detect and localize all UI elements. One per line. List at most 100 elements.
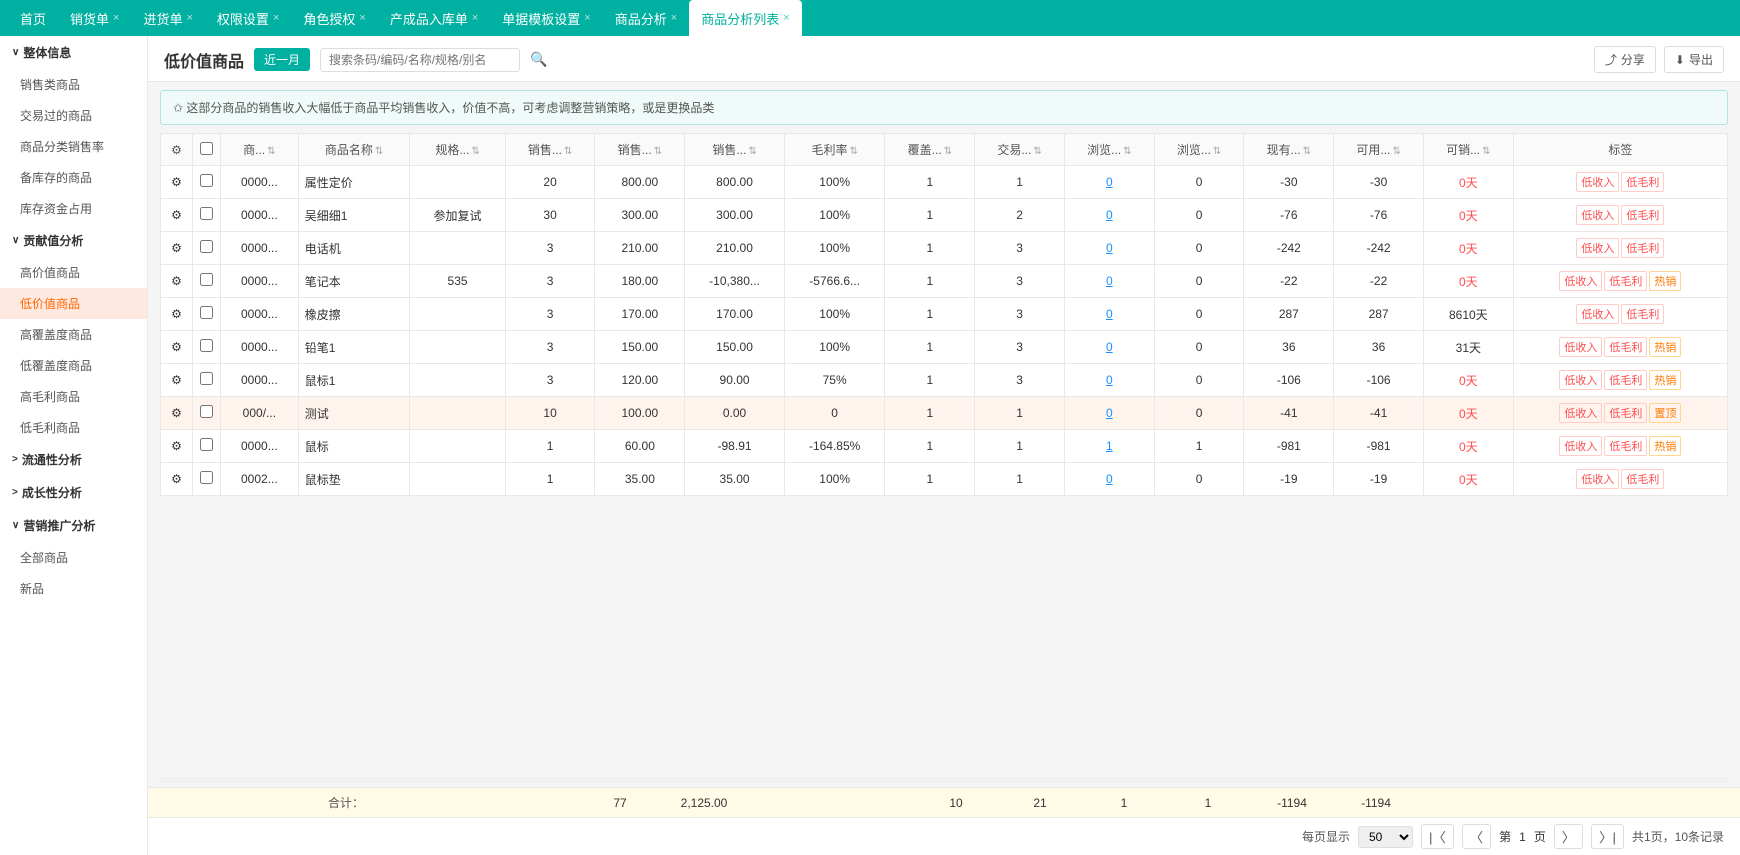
- row-col12[interactable]: 0: [1064, 331, 1154, 364]
- views-link[interactable]: 1: [1106, 439, 1113, 453]
- row-checkbox[interactable]: [193, 166, 221, 199]
- th-sales3[interactable]: 销售...⇅: [685, 134, 785, 166]
- row-col12[interactable]: 0: [1064, 298, 1154, 331]
- th-current-stock[interactable]: 现有...⇅: [1244, 134, 1334, 166]
- nav-sales[interactable]: 销货单 ×: [58, 0, 131, 36]
- sidebar-item-high-value[interactable]: 高价值商品: [0, 257, 147, 288]
- th-trade[interactable]: 交易...⇅: [975, 134, 1065, 166]
- nav-purchase[interactable]: 进货单 ×: [131, 0, 204, 36]
- row-select-checkbox[interactable]: [200, 306, 213, 319]
- row-checkbox[interactable]: [193, 298, 221, 331]
- select-all-checkbox[interactable]: [200, 142, 213, 155]
- th-settings[interactable]: ⚙: [161, 134, 193, 166]
- search-icon[interactable]: 🔍: [530, 51, 547, 68]
- nav-close-permission[interactable]: ×: [273, 12, 279, 24]
- nav-role[interactable]: 角色授权 ×: [291, 0, 377, 36]
- row-gear[interactable]: ⚙: [161, 199, 193, 232]
- sidebar-item-all-products[interactable]: 全部商品: [0, 542, 147, 573]
- sidebar-group-growth[interactable]: > 成长性分析: [0, 476, 147, 509]
- row-select-checkbox[interactable]: [200, 471, 213, 484]
- row-select-checkbox[interactable]: [200, 240, 213, 253]
- share-button[interactable]: ⤴ 分享: [1594, 46, 1656, 73]
- filter-recent-month-button[interactable]: 近一月: [254, 48, 310, 71]
- row-col12[interactable]: 0: [1064, 166, 1154, 199]
- row-col12[interactable]: 0: [1064, 199, 1154, 232]
- views-link[interactable]: 0: [1106, 472, 1113, 486]
- th-checkbox[interactable]: [193, 134, 221, 166]
- row-gear[interactable]: ⚙: [161, 364, 193, 397]
- row-checkbox[interactable]: [193, 397, 221, 430]
- sidebar-item-sales-products[interactable]: 销售类商品: [0, 69, 147, 100]
- horizontal-scrollbar[interactable]: [160, 777, 1728, 783]
- th-name[interactable]: 商品名称⇅: [298, 134, 410, 166]
- sidebar-item-stock[interactable]: 备库存的商品: [0, 162, 147, 193]
- nav-permission[interactable]: 权限设置 ×: [205, 0, 291, 36]
- nav-warehouse[interactable]: 产成品入库单 ×: [378, 0, 490, 36]
- row-select-checkbox[interactable]: [200, 405, 213, 418]
- nav-close-product-list[interactable]: ×: [783, 12, 789, 24]
- sidebar-item-high-coverage[interactable]: 高覆盖度商品: [0, 319, 147, 350]
- row-checkbox[interactable]: [193, 232, 221, 265]
- nav-home[interactable]: 首页: [8, 0, 58, 36]
- sidebar-group-overall[interactable]: ∨ 整体信息: [0, 36, 147, 69]
- row-col12[interactable]: 1: [1064, 430, 1154, 463]
- views-link[interactable]: 0: [1106, 208, 1113, 222]
- sidebar-item-new-products[interactable]: 新品: [0, 573, 147, 604]
- row-gear[interactable]: ⚙: [161, 430, 193, 463]
- sidebar-group-contribution[interactable]: ∨ 贡献值分析: [0, 224, 147, 257]
- row-col12[interactable]: 0: [1064, 463, 1154, 496]
- row-select-checkbox[interactable]: [200, 339, 213, 352]
- sidebar-item-traded[interactable]: 交易过的商品: [0, 100, 147, 131]
- row-select-checkbox[interactable]: [200, 273, 213, 286]
- nav-close-purchase[interactable]: ×: [186, 12, 192, 24]
- views-link[interactable]: 0: [1106, 307, 1113, 321]
- sidebar-item-low-profit[interactable]: 低毛利商品: [0, 412, 147, 443]
- row-col12[interactable]: 0: [1064, 232, 1154, 265]
- page-size-select[interactable]: 50 100 200: [1358, 826, 1413, 848]
- th-sales2[interactable]: 销售...⇅: [595, 134, 685, 166]
- sidebar-group-circulation[interactable]: > 流通性分析: [0, 443, 147, 476]
- row-gear[interactable]: ⚙: [161, 397, 193, 430]
- sidebar-item-low-coverage[interactable]: 低覆盖度商品: [0, 350, 147, 381]
- views-link[interactable]: 0: [1106, 406, 1113, 420]
- views-link[interactable]: 0: [1106, 175, 1113, 189]
- prev-page-button[interactable]: 〈: [1462, 824, 1491, 849]
- nav-template[interactable]: 单据模板设置 ×: [490, 0, 602, 36]
- views-link[interactable]: 0: [1106, 373, 1113, 387]
- views-link[interactable]: 0: [1106, 274, 1113, 288]
- row-gear[interactable]: ⚙: [161, 166, 193, 199]
- th-code[interactable]: 商...⇅: [221, 134, 299, 166]
- row-gear[interactable]: ⚙: [161, 298, 193, 331]
- row-select-checkbox[interactable]: [200, 207, 213, 220]
- search-input[interactable]: [320, 48, 520, 72]
- nav-close-template[interactable]: ×: [584, 12, 590, 24]
- th-views1[interactable]: 浏览...⇅: [1064, 134, 1154, 166]
- views-link[interactable]: 0: [1106, 340, 1113, 354]
- row-col12[interactable]: 0: [1064, 397, 1154, 430]
- row-select-checkbox[interactable]: [200, 438, 213, 451]
- th-available-stock[interactable]: 可用...⇅: [1334, 134, 1424, 166]
- row-gear[interactable]: ⚙: [161, 232, 193, 265]
- th-coverage[interactable]: 覆盖...⇅: [885, 134, 975, 166]
- row-col12[interactable]: 0: [1064, 265, 1154, 298]
- row-checkbox[interactable]: [193, 331, 221, 364]
- last-page-button[interactable]: 〉|: [1591, 824, 1624, 849]
- sidebar-item-low-value[interactable]: 低价值商品: [0, 288, 147, 319]
- nav-close-warehouse[interactable]: ×: [472, 12, 478, 24]
- row-checkbox[interactable]: [193, 265, 221, 298]
- row-col12[interactable]: 0: [1064, 364, 1154, 397]
- row-gear[interactable]: ⚙: [161, 265, 193, 298]
- sidebar-group-marketing[interactable]: ∨ 营销推广分析: [0, 509, 147, 542]
- th-views2[interactable]: 浏览...⇅: [1154, 134, 1244, 166]
- row-gear[interactable]: ⚙: [161, 463, 193, 496]
- sidebar-item-capital[interactable]: 库存资金占用: [0, 193, 147, 224]
- nav-close-sales[interactable]: ×: [113, 12, 119, 24]
- nav-product-list[interactable]: 商品分析列表 ×: [689, 0, 801, 36]
- sidebar-item-category-rate[interactable]: 商品分类销售率: [0, 131, 147, 162]
- row-select-checkbox[interactable]: [200, 174, 213, 187]
- row-checkbox[interactable]: [193, 199, 221, 232]
- row-checkbox[interactable]: [193, 364, 221, 397]
- th-saleable[interactable]: 可销...⇅: [1423, 134, 1513, 166]
- th-sales1[interactable]: 销售...⇅: [505, 134, 595, 166]
- row-checkbox[interactable]: [193, 463, 221, 496]
